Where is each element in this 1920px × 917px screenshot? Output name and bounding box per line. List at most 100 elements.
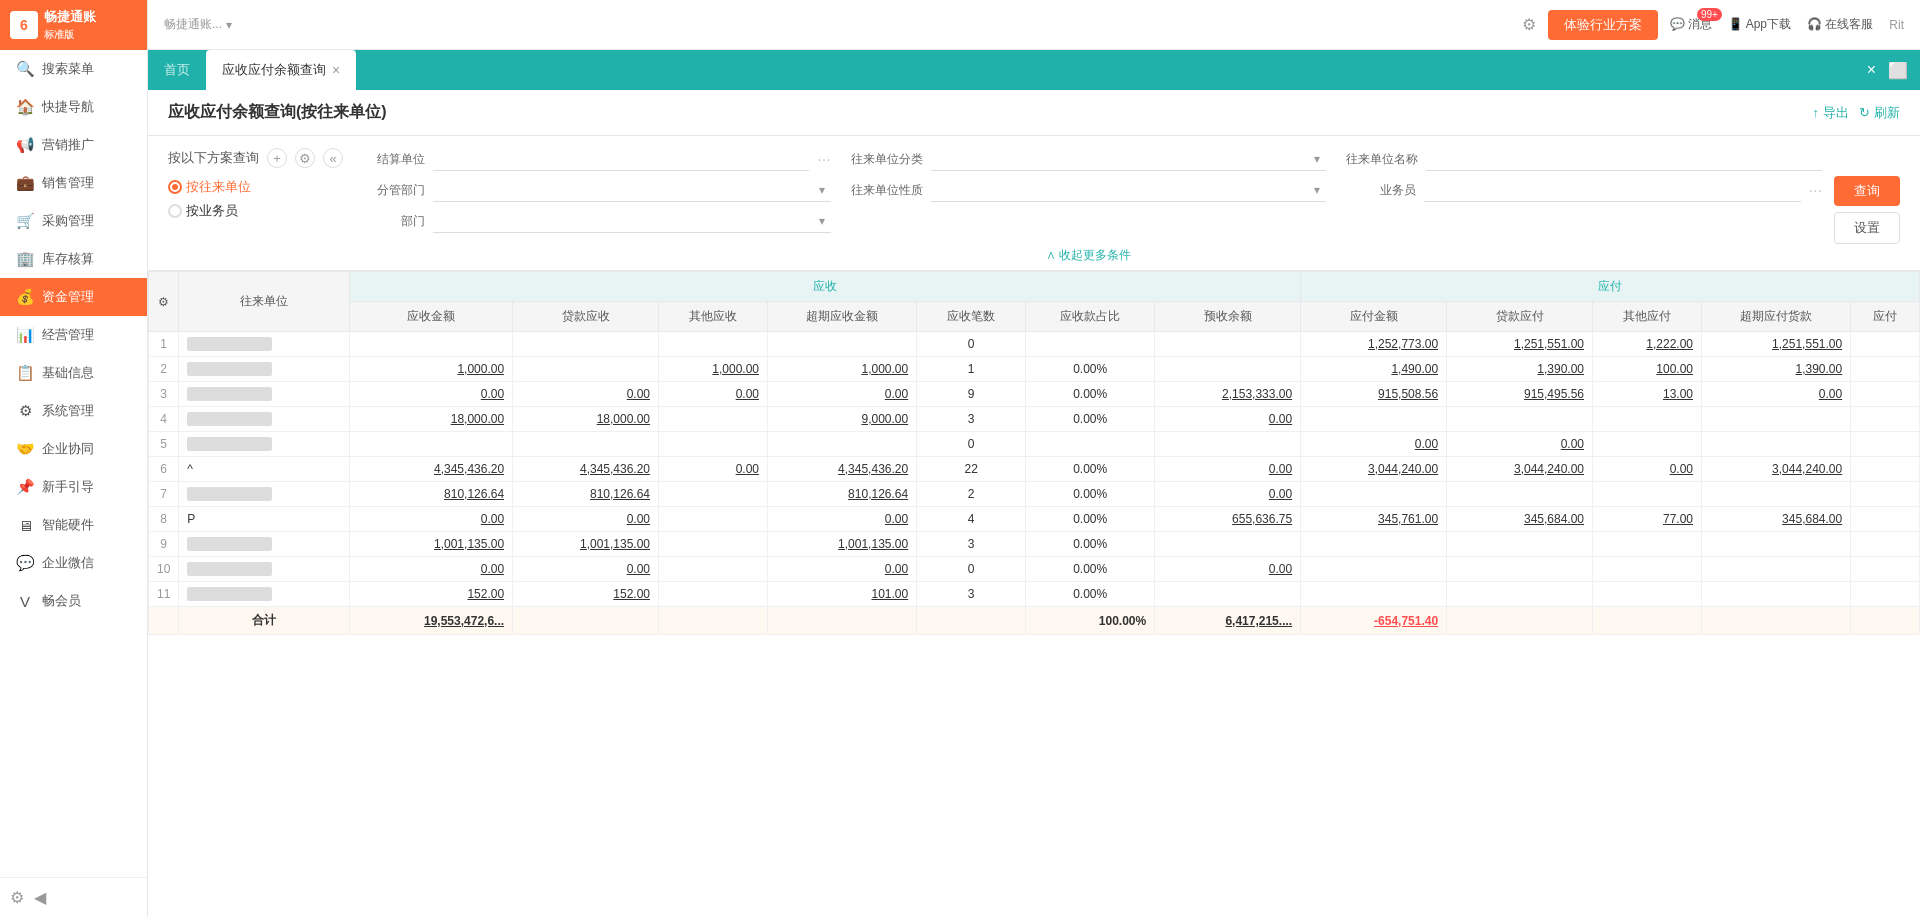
partner-name-cell: ██████████ bbox=[179, 357, 350, 382]
breadcrumb-arrow: ▾ bbox=[226, 18, 232, 32]
scheme-selector: 按以下方案查询 + ⚙ « 按往来单位 按业务员 bbox=[168, 148, 343, 220]
table-wrapper: ⚙ 往来单位 应收 应付 应收金额 贷款应收 其他应收 超期应收金额 应收笔数 … bbox=[148, 271, 1920, 917]
system-icon: ⚙ bbox=[16, 402, 34, 420]
app-download[interactable]: 📱 App下载 bbox=[1728, 16, 1791, 33]
scheme-by-partner[interactable]: 按往来单位 bbox=[168, 178, 343, 196]
partner-name-cell: ██████████ bbox=[179, 582, 350, 607]
col-ar-amount: 应收金额 bbox=[350, 302, 513, 332]
table-row: 2██████████1,000.001,000.001,000.0010.00… bbox=[149, 357, 1920, 382]
tab-close-icon[interactable]: × bbox=[332, 62, 340, 78]
sales-icon: 💼 bbox=[16, 174, 34, 192]
partner-name-input[interactable] bbox=[1426, 148, 1822, 171]
operation-icon: 📊 bbox=[16, 326, 34, 344]
tab-home[interactable]: 首页 bbox=[148, 50, 206, 90]
col-ar-group-header: 应收 bbox=[350, 272, 1301, 302]
table-row: 4██████████18,000.0018,000.009,000.0030.… bbox=[149, 407, 1920, 432]
tabs-bar-actions: × ⬜ bbox=[1867, 61, 1920, 80]
radio-salesman bbox=[168, 204, 182, 218]
table-row: 10██████████0.000.000.0000.00%0.00 bbox=[149, 557, 1920, 582]
page-actions: ↑ 导出 ↻ 刷新 bbox=[1813, 104, 1901, 122]
sidebar-item-nav[interactable]: 🏠 快捷导航 bbox=[0, 88, 147, 126]
filter-header: 按以下方案查询 + ⚙ « bbox=[168, 148, 343, 168]
refresh-icon: ↻ bbox=[1859, 105, 1870, 120]
partner-nature-select[interactable]: ▾ bbox=[931, 179, 1327, 202]
guide-icon: 📌 bbox=[16, 478, 34, 496]
breadcrumb: 畅捷通账... ▾ bbox=[164, 16, 1510, 33]
department-chevron-icon: ▾ bbox=[819, 214, 825, 228]
corp-icon: 🤝 bbox=[16, 440, 34, 458]
download-icon: 📱 bbox=[1728, 17, 1743, 31]
col-ap-other: 其他应付 bbox=[1593, 302, 1702, 332]
sidebar-item-search[interactable]: 🔍 搜索菜单 bbox=[0, 50, 147, 88]
logo-icon: 6 bbox=[10, 11, 38, 39]
total-ap-amount[interactable]: -654,751.40 bbox=[1301, 607, 1447, 635]
sidebar-item-inventory[interactable]: 🏢 库存核算 bbox=[0, 240, 147, 278]
filter-dept: 分管部门 ▾ bbox=[355, 179, 831, 202]
settings-bottom-icon[interactable]: ⚙ bbox=[10, 888, 24, 907]
sidebar-item-sales[interactable]: 💼 销售管理 bbox=[0, 164, 147, 202]
partner-name-cell: ██████████ bbox=[179, 532, 350, 557]
online-service[interactable]: 🎧 在线客服 bbox=[1807, 16, 1873, 33]
export-action[interactable]: ↑ 导出 bbox=[1813, 104, 1850, 122]
page-title: 应收应付余额查询(按往来单位) bbox=[168, 102, 387, 123]
filter-settings-button[interactable]: ⚙ bbox=[295, 148, 315, 168]
table-settings-header[interactable]: ⚙ bbox=[149, 272, 179, 332]
salesman-input[interactable] bbox=[1424, 179, 1800, 202]
partner-name-cell: P bbox=[179, 507, 350, 532]
col-ar-loan: 贷款应收 bbox=[513, 302, 659, 332]
sidebar-item-hardware[interactable]: 🖥 智能硬件 bbox=[0, 506, 147, 544]
purchase-icon: 🛒 bbox=[16, 212, 34, 230]
data-table: ⚙ 往来单位 应收 应付 应收金额 贷款应收 其他应收 超期应收金额 应收笔数 … bbox=[148, 271, 1920, 635]
col-ap-extra: 应付 bbox=[1851, 302, 1920, 332]
sidebar-item-corp[interactable]: 🤝 企业协同 bbox=[0, 430, 147, 468]
sidebar-item-guide[interactable]: 📌 新手引导 bbox=[0, 468, 147, 506]
sidebar-item-member[interactable]: V 畅会员 bbox=[0, 582, 147, 620]
dept-select[interactable]: ▾ bbox=[433, 179, 831, 202]
sidebar-item-purchase[interactable]: 🛒 采购管理 bbox=[0, 202, 147, 240]
total-row: 合计 19,553,472,6... 100.00% 6,417,215....… bbox=[149, 607, 1920, 635]
department-select[interactable]: ▾ bbox=[433, 210, 831, 233]
tab-ar-balance[interactable]: 应收应付余额查询 × bbox=[206, 50, 356, 90]
filter-section: 按以下方案查询 + ⚙ « 按往来单位 按业务员 bbox=[148, 136, 1920, 271]
table-row: 1██████████01,252,773.001,251,551.001,22… bbox=[149, 332, 1920, 357]
sidebar-bottom: ⚙ ◀ bbox=[0, 877, 147, 917]
col-ap-loan: 贷款应付 bbox=[1447, 302, 1593, 332]
filter-add-button[interactable]: + bbox=[267, 148, 287, 168]
sidebar-item-operation[interactable]: 📊 经营管理 bbox=[0, 316, 147, 354]
message-icon: 💬 bbox=[1670, 17, 1685, 31]
settlement-unit-ellipsis[interactable]: ··· bbox=[817, 151, 830, 169]
filter-partner-nature: 往来单位性质 ▾ bbox=[851, 179, 1327, 202]
sidebar: 6 畅捷通账 标准版 🔍 搜索菜单 🏠 快捷导航 📢 营销推广 💼 销售管理 🛒… bbox=[0, 0, 148, 917]
basic-icon: 📋 bbox=[16, 364, 34, 382]
refresh-action[interactable]: ↻ 刷新 bbox=[1859, 104, 1900, 122]
partner-name-cell: ██████████ bbox=[179, 557, 350, 582]
query-buttons: 查询 设置 bbox=[1834, 148, 1900, 244]
query-button[interactable]: 查询 bbox=[1834, 176, 1900, 206]
collapse-icon[interactable]: ◀ bbox=[34, 888, 46, 907]
table-row: 9██████████1,001,135.001,001,135.001,001… bbox=[149, 532, 1920, 557]
filter-collapse-btn[interactable]: ∧ 收起更多条件 bbox=[355, 241, 1822, 270]
sidebar-item-finance[interactable]: 💰 资金管理 bbox=[0, 278, 147, 316]
sidebar-item-marketing[interactable]: 📢 营销推广 bbox=[0, 126, 147, 164]
filter-inputs: 结算单位 ··· 往来单位分类 ▾ 往来单位名称 bbox=[355, 148, 1822, 270]
export-icon: ↑ bbox=[1813, 105, 1820, 120]
partner-name-cell: ██████████ bbox=[179, 482, 350, 507]
message-wrapper[interactable]: 💬 消息 99+ bbox=[1670, 16, 1712, 33]
scheme-by-salesman[interactable]: 按业务员 bbox=[168, 202, 343, 220]
salesman-ellipsis[interactable]: ··· bbox=[1809, 182, 1822, 200]
sidebar-item-system[interactable]: ⚙ 系统管理 bbox=[0, 392, 147, 430]
set-button[interactable]: 设置 bbox=[1834, 212, 1900, 244]
trial-button[interactable]: 体验行业方案 bbox=[1548, 10, 1658, 40]
total-ar-amount[interactable]: 19,553,472,6... bbox=[350, 607, 513, 635]
user-info[interactable]: Rit bbox=[1889, 18, 1904, 32]
sidebar-item-basic[interactable]: 📋 基础信息 bbox=[0, 354, 147, 392]
total-ar-prepay[interactable]: 6,417,215.... bbox=[1155, 607, 1301, 635]
window-maximize-icon[interactable]: ⬜ bbox=[1888, 61, 1908, 80]
window-close-icon[interactable]: × bbox=[1867, 61, 1876, 79]
partner-category-select[interactable]: ▾ bbox=[931, 148, 1327, 171]
logo: 6 畅捷通账 标准版 bbox=[0, 0, 147, 50]
sidebar-item-wechat[interactable]: 💬 企业微信 bbox=[0, 544, 147, 582]
settlement-unit-input[interactable] bbox=[433, 148, 809, 171]
filter-collapse-left[interactable]: « bbox=[323, 148, 343, 168]
settings-icon[interactable]: ⚙ bbox=[1522, 15, 1536, 34]
